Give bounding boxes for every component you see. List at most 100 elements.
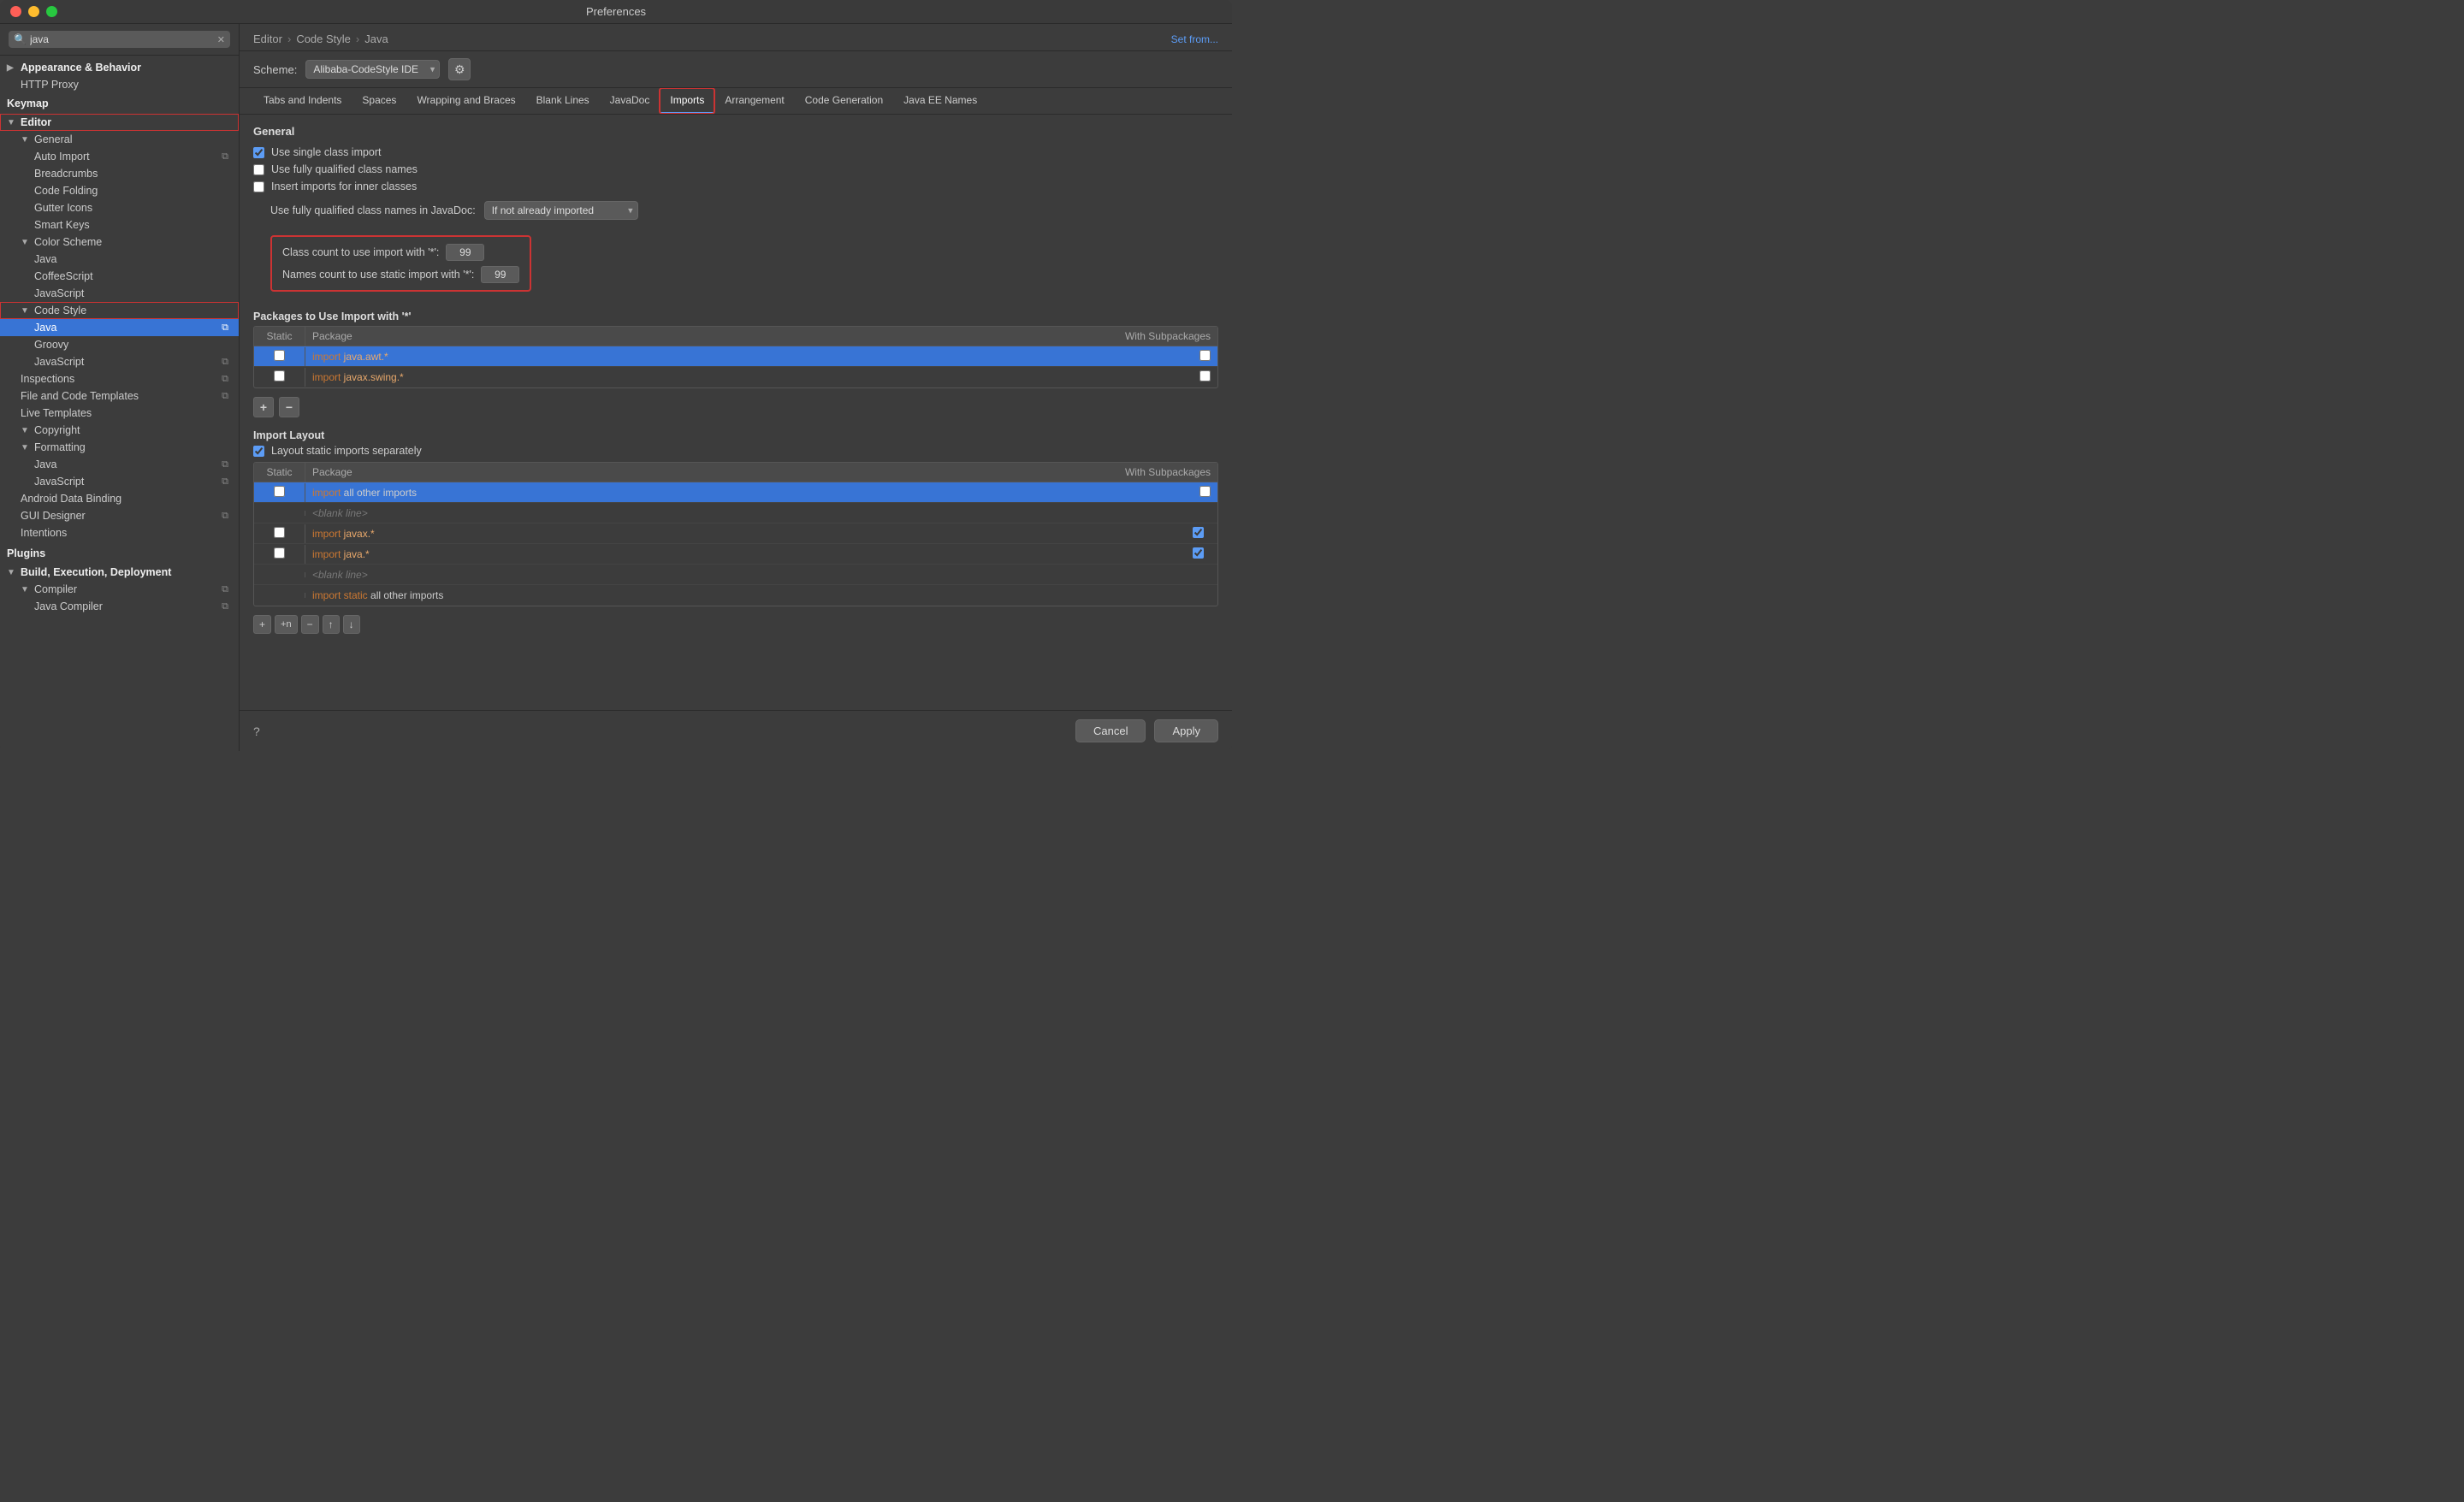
sidebar-item-fmt-java[interactable]: Java ⧉ — [0, 456, 239, 473]
layout-add-button[interactable]: + — [253, 615, 271, 634]
minimize-button[interactable] — [28, 6, 39, 17]
maximize-button[interactable] — [46, 6, 57, 17]
sidebar-item-copyright[interactable]: ▼ Copyright — [0, 422, 239, 439]
tab-imports[interactable]: Imports — [660, 88, 714, 114]
import-value: java.awt.* — [341, 351, 388, 363]
sidebar-item-cs-javascript[interactable]: JavaScript — [0, 285, 239, 302]
layout-move-up-button[interactable]: ↑ — [323, 615, 340, 634]
sidebar-item-android-data-binding[interactable]: Android Data Binding — [0, 490, 239, 507]
sidebar-item-compiler[interactable]: ▼ Compiler ⧉ — [0, 581, 239, 598]
layout-subpkg-chk-3[interactable] — [1193, 527, 1204, 538]
search-input[interactable] — [30, 33, 214, 45]
sidebar-item-cs-java[interactable]: Java — [0, 251, 239, 268]
sidebar-item-keymap[interactable]: Keymap — [0, 95, 239, 112]
title-bar: Preferences — [0, 0, 1232, 24]
layout-row[interactable]: <blank line> — [254, 565, 1217, 585]
qualified-javadoc-row: Use fully qualified class names in JavaD… — [270, 201, 1218, 220]
layout-static-chk-4[interactable] — [274, 547, 285, 559]
td-subpkg-1 — [1115, 347, 1217, 366]
remove-package-button[interactable]: − — [279, 397, 299, 417]
qualified-javadoc-select[interactable]: If not already imported — [484, 201, 638, 220]
layout-row[interactable]: import static all other imports — [254, 585, 1217, 606]
sidebar-item-java[interactable]: Java ⧉ — [0, 319, 239, 336]
static-checkbox-2[interactable] — [274, 370, 285, 381]
scheme-select[interactable]: Alibaba-CodeStyle IDE — [305, 60, 440, 79]
tab-code-generation[interactable]: Code Generation — [795, 88, 893, 114]
sidebar-label: Java — [34, 458, 56, 470]
sidebar-item-javascript-cs[interactable]: JavaScript ⧉ — [0, 353, 239, 370]
sidebar-item-formatting[interactable]: ▼ Formatting — [0, 439, 239, 456]
sidebar-item-intentions[interactable]: Intentions — [0, 524, 239, 541]
sidebar-label: JavaScript — [34, 356, 84, 368]
sidebar-item-gutter-icons[interactable]: Gutter Icons — [0, 199, 239, 216]
layout-add-blank-button[interactable]: +n — [275, 615, 298, 634]
tab-blank-lines[interactable]: Blank Lines — [526, 88, 600, 114]
general-section-title: General — [253, 125, 1218, 138]
layout-remove-button[interactable]: − — [301, 615, 319, 634]
class-count-input[interactable] — [446, 244, 484, 261]
use-single-class-import-checkbox[interactable] — [253, 147, 264, 158]
sidebar-item-smart-keys[interactable]: Smart Keys — [0, 216, 239, 234]
tab-tabs-and-indents[interactable]: Tabs and Indents — [253, 88, 352, 114]
sidebar: 🔍 ✕ ▶ Appearance & Behavior HTTP Proxy K… — [0, 24, 240, 751]
set-from-link[interactable]: Set from... — [1171, 33, 1218, 45]
add-package-button[interactable]: + — [253, 397, 274, 417]
layout-row[interactable]: import all other imports — [254, 482, 1217, 503]
layout-move-down-button[interactable]: ↓ — [343, 615, 360, 634]
search-input-wrap: 🔍 ✕ — [9, 31, 230, 48]
layout-row[interactable]: import javax.* — [254, 523, 1217, 544]
cancel-button[interactable]: Cancel — [1075, 719, 1146, 742]
layout-row[interactable]: import java.* — [254, 544, 1217, 565]
sidebar-item-plugins[interactable]: Plugins — [0, 545, 239, 562]
help-button[interactable]: ? — [253, 724, 260, 738]
tab-javadoc[interactable]: JavaDoc — [600, 88, 660, 114]
sidebar-item-color-scheme[interactable]: ▼ Color Scheme — [0, 234, 239, 251]
sidebar-item-appearance-behavior[interactable]: ▶ Appearance & Behavior — [0, 59, 239, 76]
sidebar-item-code-style[interactable]: ▼ Code Style — [0, 302, 239, 319]
layout-static-checkbox[interactable] — [253, 446, 264, 457]
table-row[interactable]: import javax.swing.* — [254, 367, 1217, 387]
sidebar-item-groovy[interactable]: Groovy — [0, 336, 239, 353]
tab-spaces[interactable]: Spaces — [352, 88, 406, 114]
static-checkbox-1[interactable] — [274, 350, 285, 361]
insert-imports-inner-checkbox[interactable] — [253, 181, 264, 192]
subpkg-checkbox-2[interactable] — [1199, 370, 1211, 381]
names-count-input[interactable] — [481, 266, 519, 283]
close-button[interactable] — [10, 6, 21, 17]
sidebar-item-editor[interactable]: ▼ Editor — [0, 114, 239, 131]
sidebar-item-inspections[interactable]: Inspections ⧉ — [0, 370, 239, 387]
layout-subpkg-chk-4[interactable] — [1193, 547, 1204, 559]
sidebar-item-fmt-javascript[interactable]: JavaScript ⧉ — [0, 473, 239, 490]
settings-area: General Use single class import Use full… — [240, 115, 1232, 710]
subpkg-checkbox-1[interactable] — [1199, 350, 1211, 361]
tab-java-ee-names[interactable]: Java EE Names — [893, 88, 987, 114]
sidebar-item-cs-coffeescript[interactable]: CoffeeScript — [0, 268, 239, 285]
search-clear-icon[interactable]: ✕ — [217, 34, 225, 45]
copy-icon: ⧉ — [222, 476, 228, 488]
layout-td-subpkg-blank-1 — [1115, 511, 1217, 516]
sidebar-item-build[interactable]: ▼ Build, Execution, Deployment — [0, 564, 239, 581]
sidebar-item-gui-designer[interactable]: GUI Designer ⧉ — [0, 507, 239, 524]
sidebar-item-live-templates[interactable]: Live Templates — [0, 405, 239, 422]
sidebar-item-http-proxy[interactable]: HTTP Proxy — [0, 76, 239, 93]
sidebar-item-code-folding[interactable]: Code Folding — [0, 182, 239, 199]
use-fully-qualified-checkbox[interactable] — [253, 164, 264, 175]
sidebar-item-breadcrumbs[interactable]: Breadcrumbs — [0, 165, 239, 182]
layout-subpkg-chk-1[interactable] — [1199, 486, 1211, 497]
tab-arrangement[interactable]: Arrangement — [714, 88, 794, 114]
sidebar-item-auto-import[interactable]: Auto Import ⧉ — [0, 148, 239, 165]
layout-static-chk-3[interactable] — [274, 527, 285, 538]
sidebar-item-general[interactable]: ▼ General — [0, 131, 239, 148]
sidebar-item-java-compiler[interactable]: Java Compiler ⧉ — [0, 598, 239, 615]
layout-static-chk-1[interactable] — [274, 486, 285, 497]
sidebar-label: Color Scheme — [34, 236, 102, 248]
apply-button[interactable]: Apply — [1154, 719, 1218, 742]
table-row[interactable]: import java.awt.* — [254, 346, 1217, 367]
use-fully-qualified-label: Use fully qualified class names — [271, 163, 418, 175]
sidebar-item-file-code-templates[interactable]: File and Code Templates ⧉ — [0, 387, 239, 405]
layout-td-subpkg-3 — [1115, 524, 1217, 543]
layout-row[interactable]: <blank line> — [254, 503, 1217, 523]
count-box: Class count to use import with '*': Name… — [270, 235, 531, 292]
gear-button[interactable]: ⚙ — [448, 58, 471, 80]
tab-wrapping-and-braces[interactable]: Wrapping and Braces — [406, 88, 525, 114]
